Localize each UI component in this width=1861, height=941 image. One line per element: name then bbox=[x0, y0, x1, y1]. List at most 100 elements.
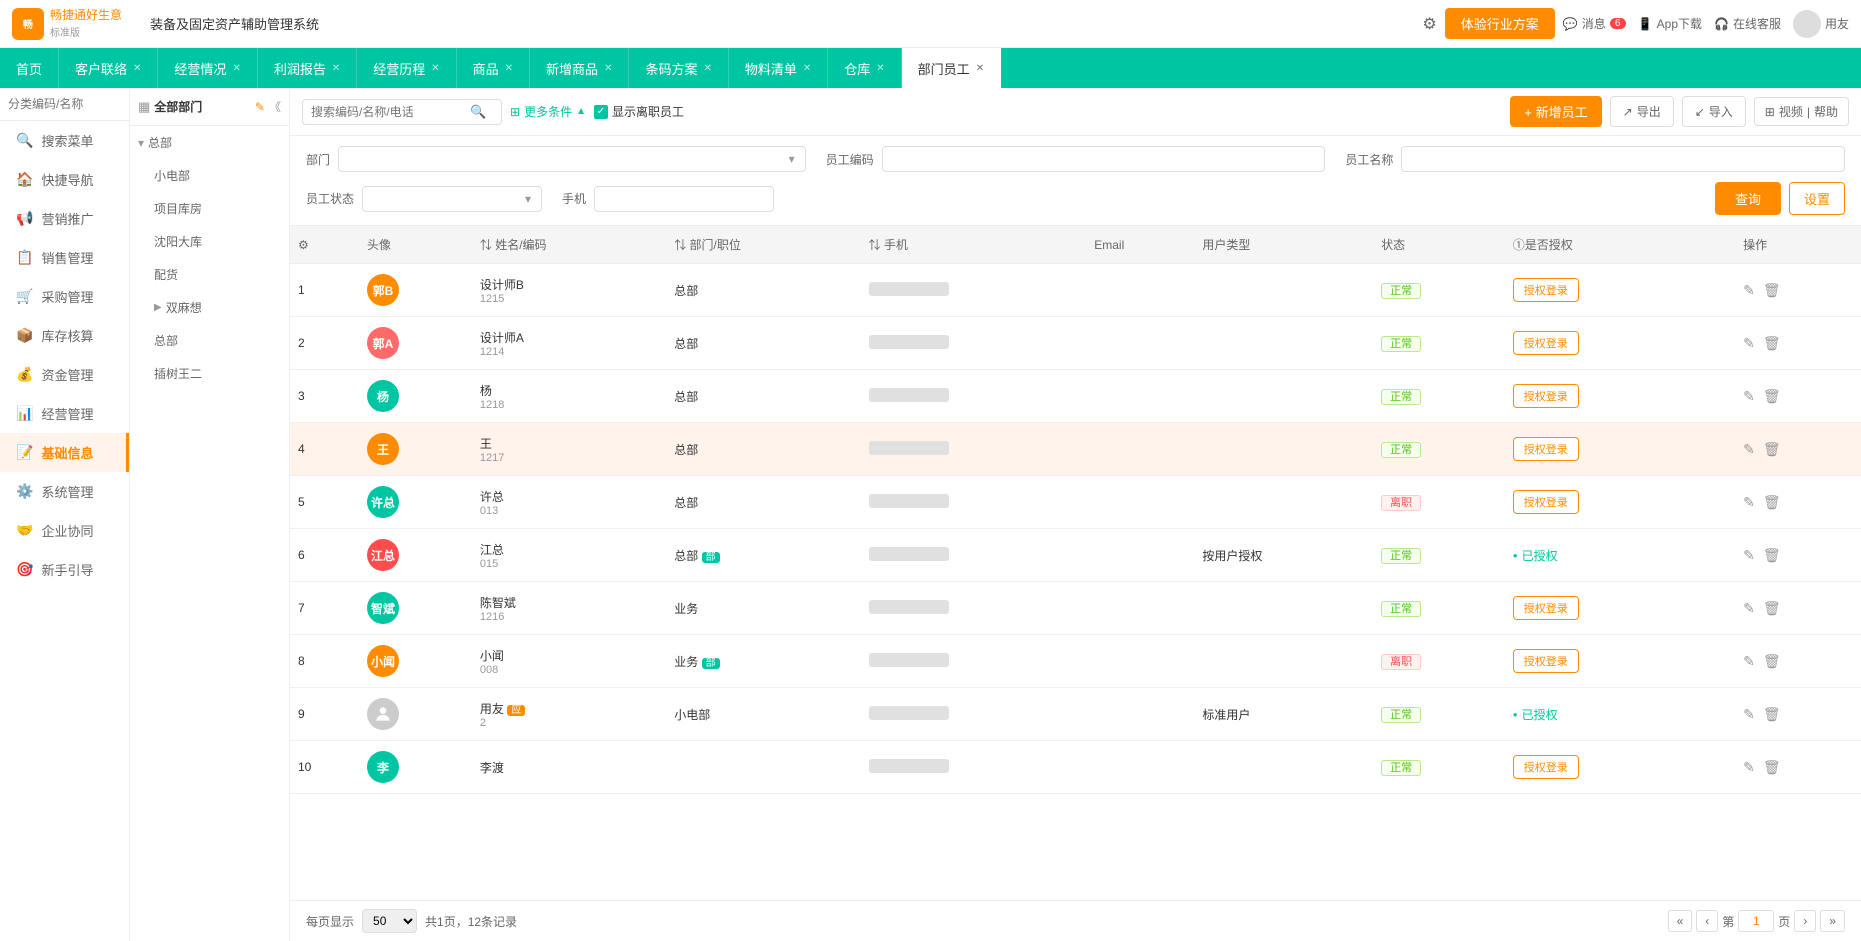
employee-search-input[interactable] bbox=[311, 105, 466, 119]
auth-login-button[interactable]: 授权登录 bbox=[1513, 384, 1579, 408]
delete-icon[interactable]: 🗑 bbox=[1763, 547, 1781, 564]
first-page-btn[interactable]: « bbox=[1668, 910, 1693, 932]
auth-login-button[interactable]: 授权登录 bbox=[1513, 596, 1579, 620]
tab-profit[interactable]: 利润报告✕ bbox=[258, 48, 357, 88]
dept-collapse-icon[interactable]: 《 bbox=[269, 98, 281, 115]
sidebar-item-collab[interactable]: 🤝企业协同 bbox=[0, 511, 129, 550]
tab-close-icon[interactable]: ✕ bbox=[703, 63, 711, 74]
col-dept[interactable]: ⇅ 部门/职位 bbox=[666, 226, 860, 264]
auth-login-button[interactable]: 授权登录 bbox=[1513, 437, 1579, 461]
tab-close-active-icon[interactable]: ✕ bbox=[976, 63, 984, 74]
tab-history[interactable]: 经营历程✕ bbox=[357, 48, 456, 88]
emp-status-select[interactable]: ▾ bbox=[362, 186, 542, 212]
tab-employee[interactable]: 部门员工✕ bbox=[902, 48, 1001, 88]
online-service-button[interactable]: 🎧 在线客服 bbox=[1714, 15, 1781, 32]
view-toggle[interactable]: ⊞ 视频 | 帮助 bbox=[1754, 97, 1849, 126]
tab-close-icon[interactable]: ✕ bbox=[803, 63, 811, 74]
delete-icon[interactable]: 🗑 bbox=[1763, 282, 1781, 299]
tab-close-icon[interactable]: ✕ bbox=[332, 63, 340, 74]
sidebar-item-system[interactable]: ⚙️系统管理 bbox=[0, 472, 129, 511]
sidebar-item-guide[interactable]: 🎯新手引导 bbox=[0, 550, 129, 589]
edit-icon[interactable]: ✎ bbox=[1743, 335, 1755, 352]
sidebar-item-nav[interactable]: 🏠快捷导航 bbox=[0, 160, 129, 199]
auth-login-button[interactable]: 授权登录 bbox=[1513, 490, 1579, 514]
edit-icon[interactable]: ✎ bbox=[1743, 547, 1755, 564]
add-employee-button[interactable]: + 新增员工 bbox=[1510, 96, 1601, 127]
phone-input[interactable] bbox=[594, 186, 774, 212]
emp-code-input[interactable] bbox=[882, 146, 1326, 172]
dept-item-shenyang[interactable]: 沈阳大库 bbox=[130, 225, 289, 258]
edit-icon[interactable]: ✎ bbox=[1743, 388, 1755, 405]
message-button[interactable]: 💬 消息 6 bbox=[1563, 15, 1626, 32]
tab-barcode[interactable]: 条码方案✕ bbox=[629, 48, 728, 88]
tab-close-icon[interactable]: ✕ bbox=[133, 63, 141, 74]
tab-new-goods[interactable]: 新增商品✕ bbox=[530, 48, 629, 88]
tab-close-icon[interactable]: ✕ bbox=[232, 63, 240, 74]
dept-item-electronics[interactable]: 小电部 bbox=[130, 159, 289, 192]
sidebar-item-purchase[interactable]: 🛒采购管理 bbox=[0, 277, 129, 316]
delete-icon[interactable]: 🗑 bbox=[1763, 494, 1781, 511]
delete-icon[interactable]: 🗑 bbox=[1763, 653, 1781, 670]
edit-icon[interactable]: ✎ bbox=[1743, 600, 1755, 617]
next-page-btn[interactable]: › bbox=[1794, 910, 1816, 932]
tab-close-icon[interactable]: ✕ bbox=[604, 63, 612, 74]
delete-icon[interactable]: 🗑 bbox=[1763, 759, 1781, 776]
dept-item-hq[interactable]: 总部 bbox=[130, 324, 289, 357]
export-button[interactable]: ↗ 导出 bbox=[1610, 96, 1674, 127]
dept-edit-icon[interactable]: ✎ bbox=[255, 100, 265, 114]
dept-item-project[interactable]: 项目库房 bbox=[130, 192, 289, 225]
delete-icon[interactable]: 🗑 bbox=[1763, 706, 1781, 723]
sidebar-item-search[interactable]: 🔍搜索菜单 bbox=[0, 121, 129, 160]
edit-icon[interactable]: ✎ bbox=[1743, 494, 1755, 511]
tab-operation[interactable]: 经营情况✕ bbox=[158, 48, 257, 88]
dept-item-distribution[interactable]: 配货 bbox=[130, 258, 289, 291]
sidebar-item-basic[interactable]: 📝基础信息 bbox=[0, 433, 129, 472]
col-settings[interactable]: ⚙ bbox=[290, 226, 359, 264]
sidebar-item-marketing[interactable]: 📢营销推广 bbox=[0, 199, 129, 238]
tab-home[interactable]: 首页 bbox=[0, 48, 59, 88]
last-page-btn[interactable]: » bbox=[1820, 910, 1845, 932]
col-phone[interactable]: ⇅ 手机 bbox=[861, 226, 1087, 264]
delete-icon[interactable]: 🗑 bbox=[1763, 335, 1781, 352]
delete-icon[interactable]: 🗑 bbox=[1763, 600, 1781, 617]
sidebar-search-input[interactable] bbox=[8, 97, 130, 111]
sidebar-item-sales[interactable]: 📋销售管理 bbox=[0, 238, 129, 277]
query-button[interactable]: 查询 bbox=[1715, 182, 1781, 215]
dept-item-head[interactable]: ▾ 总部 bbox=[130, 126, 289, 159]
page-number-input[interactable] bbox=[1738, 910, 1774, 932]
col-name[interactable]: ⇅ 姓名/编码 bbox=[472, 226, 666, 264]
edit-icon[interactable]: ✎ bbox=[1743, 759, 1755, 776]
emp-name-input[interactable] bbox=[1401, 146, 1845, 172]
app-download-button[interactable]: 📱 App下载 bbox=[1638, 15, 1702, 32]
dept-item-plantree[interactable]: 插树王二 bbox=[130, 357, 289, 390]
more-filter-btn[interactable]: ⊞ 更多条件 ▲ bbox=[510, 103, 586, 120]
delete-icon[interactable]: 🗑 bbox=[1763, 441, 1781, 458]
trial-button[interactable]: 体验行业方案 bbox=[1445, 8, 1555, 39]
tab-customer[interactable]: 客户联络✕ bbox=[59, 48, 158, 88]
delete-icon[interactable]: 🗑 bbox=[1763, 388, 1781, 405]
tab-close-icon[interactable]: ✕ bbox=[505, 63, 513, 74]
import-button[interactable]: ↙ 导入 bbox=[1682, 96, 1746, 127]
auth-login-button[interactable]: 授权登录 bbox=[1513, 649, 1579, 673]
auth-login-button[interactable]: 授权登录 bbox=[1513, 331, 1579, 355]
sidebar-item-operation[interactable]: 📊经营管理 bbox=[0, 394, 129, 433]
edit-icon[interactable]: ✎ bbox=[1743, 653, 1755, 670]
per-page-select[interactable]: 50 20 100 bbox=[362, 909, 417, 933]
tab-close-icon[interactable]: ✕ bbox=[876, 63, 884, 74]
show-resigned-toggle[interactable]: ✓ 显示离职员工 bbox=[594, 103, 684, 120]
tab-close-icon[interactable]: ✕ bbox=[431, 63, 439, 74]
tab-goods[interactable]: 商品✕ bbox=[457, 48, 530, 88]
user-menu[interactable]: 用友 bbox=[1793, 10, 1849, 38]
edit-icon[interactable]: ✎ bbox=[1743, 441, 1755, 458]
auth-login-button[interactable]: 授权登录 bbox=[1513, 755, 1579, 779]
edit-icon[interactable]: ✎ bbox=[1743, 282, 1755, 299]
tab-bom[interactable]: 物料清单✕ bbox=[729, 48, 828, 88]
sidebar-item-finance[interactable]: 💰资金管理 bbox=[0, 355, 129, 394]
reset-button[interactable]: 设置 bbox=[1789, 182, 1845, 215]
tab-warehouse[interactable]: 仓库✕ bbox=[828, 48, 901, 88]
auth-login-button[interactable]: 授权登录 bbox=[1513, 278, 1579, 302]
edit-icon[interactable]: ✎ bbox=[1743, 706, 1755, 723]
sidebar-item-inventory[interactable]: 📦库存核算 bbox=[0, 316, 129, 355]
gear-icon[interactable]: ⚙ bbox=[1422, 14, 1436, 34]
dept-filter-select[interactable]: ▾ bbox=[338, 146, 806, 172]
